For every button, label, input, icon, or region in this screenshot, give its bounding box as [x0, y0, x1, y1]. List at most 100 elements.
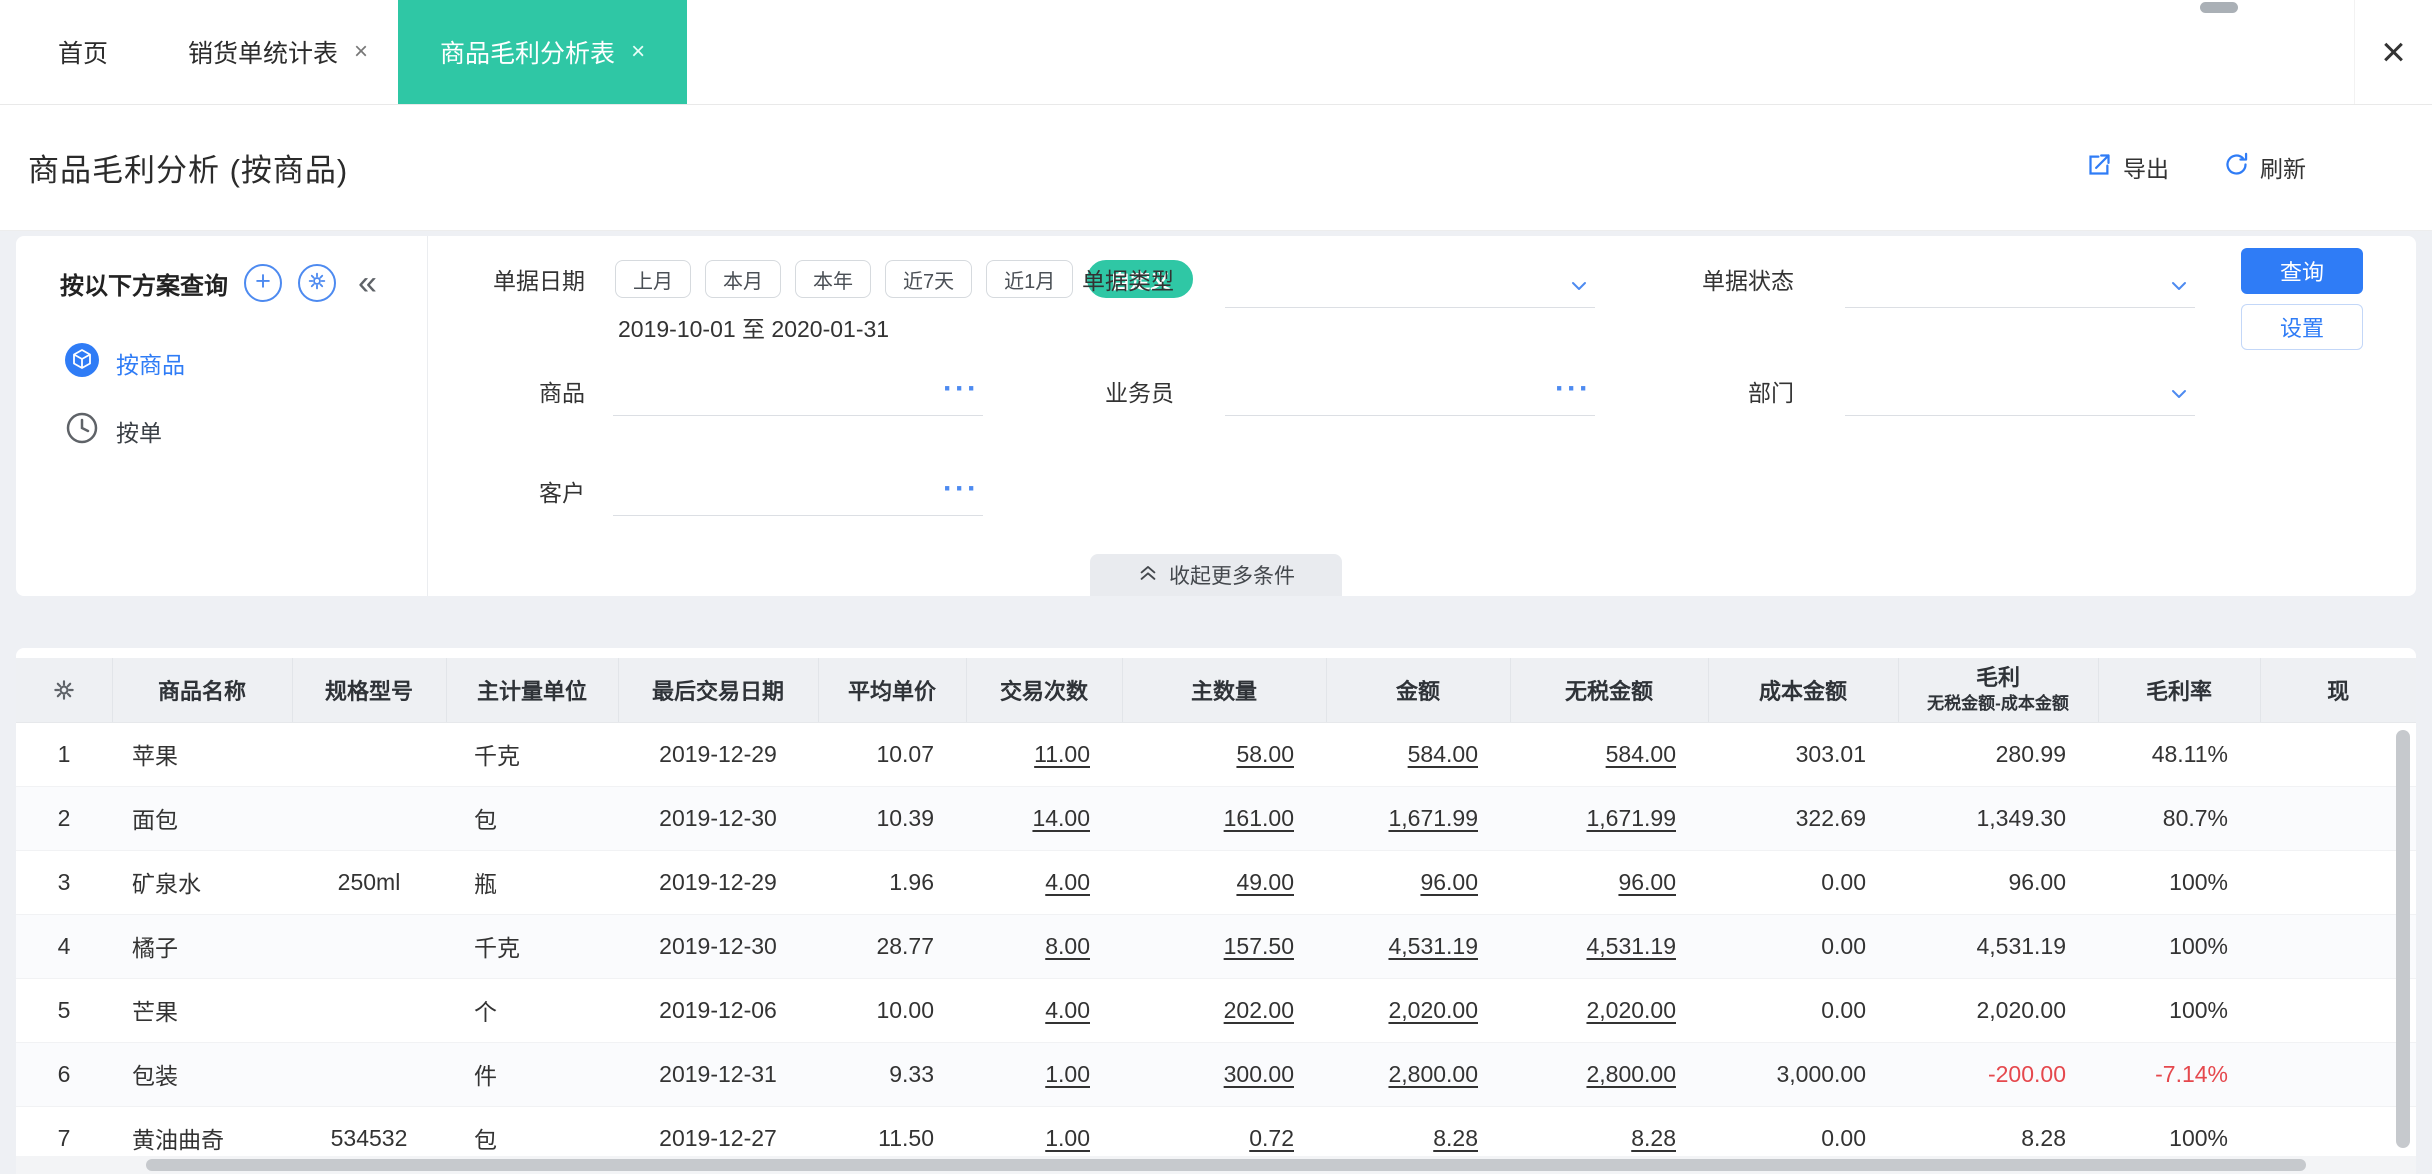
export-button[interactable]: 导出 — [2086, 150, 2169, 184]
date-range-value[interactable]: 2019-10-01 至 2020-01-31 — [618, 310, 889, 344]
drilldown-link[interactable]: 2,800.00 — [1388, 1061, 1478, 1087]
close-tab-icon[interactable]: × — [354, 40, 368, 64]
col-trade-count[interactable]: 交易次数 — [966, 658, 1123, 723]
chevron-down-icon — [2167, 382, 2191, 406]
unit-cell: 件 — [446, 1042, 618, 1107]
product-input[interactable]: ··· — [613, 370, 983, 416]
date-quick-pill[interactable]: 上月 — [615, 260, 691, 298]
tab-label: 首页 — [58, 40, 109, 68]
table-row[interactable]: 2 面包 包 2019-12-30 10.39 14.00 161.00 1,671.99 1,… — [16, 786, 2416, 851]
drilldown-link[interactable]: 584.00 — [1606, 741, 1676, 767]
table-row[interactable]: 5 芒果 个 2019-12-06 10.00 4.00 202.00 2,020.00 2,0… — [16, 978, 2416, 1043]
drilldown-link[interactable]: 584.00 — [1408, 741, 1478, 767]
last-trade-date-cell: 2019-12-30 — [618, 914, 818, 979]
col-stock-clipped[interactable]: 现 — [2260, 658, 2416, 723]
drilldown-link[interactable]: 4,531.19 — [1586, 933, 1676, 959]
amount-cell: 1,671.99 — [1326, 786, 1510, 851]
close-icon[interactable]: × — [2354, 0, 2432, 104]
gross-profit-rate-cell: -7.14% — [2098, 1042, 2260, 1107]
table-row[interactable]: 1 苹果 千克 2019-12-29 10.07 11.00 58.00 584.00 584.… — [16, 722, 2416, 787]
drilldown-link[interactable]: 0.72 — [1249, 1125, 1294, 1151]
drilldown-link[interactable]: 157.50 — [1224, 933, 1294, 959]
col-avg-price[interactable]: 平均单价 — [818, 658, 967, 723]
trade-count-cell: 14.00 — [966, 786, 1122, 851]
drilldown-link[interactable]: 11.00 — [1034, 741, 1090, 767]
tab-sales-order-report[interactable]: 销货单统计表 × — [158, 0, 398, 104]
drilldown-link[interactable]: 8.28 — [1433, 1125, 1478, 1151]
ellipsis-icon[interactable]: ··· — [943, 472, 979, 506]
ellipsis-icon[interactable]: ··· — [1555, 372, 1591, 406]
scheme-settings-button[interactable] — [298, 264, 336, 302]
col-main-qty[interactable]: 主数量 — [1122, 658, 1327, 723]
column-settings-button[interactable] — [16, 658, 113, 723]
drilldown-link[interactable]: 1.00 — [1045, 1125, 1090, 1151]
refresh-button[interactable]: 刷新 — [2223, 150, 2306, 184]
drilldown-link[interactable]: 96.00 — [1420, 869, 1478, 895]
close-tab-icon[interactable]: × — [631, 40, 645, 64]
date-quick-pill[interactable]: 近7天 — [885, 260, 973, 298]
amount-cell: 96.00 — [1326, 850, 1510, 915]
col-unit[interactable]: 主计量单位 — [446, 658, 619, 723]
product-label: 商品 — [539, 380, 585, 406]
drilldown-link[interactable]: 161.00 — [1224, 805, 1294, 831]
drilldown-link[interactable]: 8.28 — [1631, 1125, 1676, 1151]
table-row[interactable]: 6 包装 件 2019-12-31 9.33 1.00 300.00 2,800.00 2,80… — [16, 1042, 2416, 1107]
drilldown-link[interactable]: 8.00 — [1045, 933, 1090, 959]
col-product-name[interactable]: 商品名称 — [112, 658, 293, 723]
customer-input[interactable]: ··· — [613, 470, 983, 516]
drilldown-link[interactable]: 202.00 — [1224, 997, 1294, 1023]
last-trade-date-cell: 2019-12-31 — [618, 1042, 818, 1107]
drilldown-link[interactable]: 4.00 — [1045, 869, 1090, 895]
tab-profit-analysis[interactable]: 商品毛利分析表 × — [398, 0, 688, 104]
row-index-cell: 3 — [16, 850, 112, 915]
col-gross-profit-rate[interactable]: 毛利率 — [2098, 658, 2261, 723]
drilldown-link[interactable]: 2,020.00 — [1388, 997, 1478, 1023]
cost-amount-cell: 0.00 — [1708, 978, 1898, 1043]
col-spec-model[interactable]: 规格型号 — [292, 658, 447, 723]
drilldown-link[interactable]: 96.00 — [1618, 869, 1676, 895]
table-row[interactable]: 3 矿泉水 250ml 瓶 2019-12-29 1.96 4.00 49.00 96.00 96… — [16, 850, 2416, 915]
scheme-item-by-product[interactable]: 按商品 — [16, 332, 427, 394]
main-qty-cell: 202.00 — [1122, 978, 1326, 1043]
col-cost-amount[interactable]: 成本金额 — [1708, 658, 1899, 723]
scrollbar-thumb[interactable] — [2200, 2, 2238, 13]
add-scheme-button[interactable]: + — [244, 264, 282, 302]
tab-home[interactable]: 首页 — [28, 0, 138, 104]
drilldown-link[interactable]: 2,800.00 — [1586, 1061, 1676, 1087]
drilldown-link[interactable]: 58.00 — [1236, 741, 1294, 767]
query-button[interactable]: 查询 — [2241, 248, 2363, 294]
doc-type-select[interactable] — [1225, 262, 1595, 308]
settings-button[interactable]: 设置 — [2241, 304, 2363, 350]
collapse-more-button[interactable]: 收起更多条件 — [1090, 554, 1342, 596]
horizontal-scrollbar-thumb[interactable] — [146, 1159, 2306, 1171]
drilldown-link[interactable]: 4.00 — [1045, 997, 1090, 1023]
gross-profit-rate-cell: 100% — [2098, 978, 2260, 1043]
drilldown-link[interactable]: 49.00 — [1236, 869, 1294, 895]
vertical-scrollbar-thumb[interactable] — [2396, 730, 2410, 1148]
salesperson-input[interactable]: ··· — [1225, 370, 1595, 416]
drilldown-link[interactable]: 1.00 — [1045, 1061, 1090, 1087]
amount-cell: 4,531.19 — [1326, 914, 1510, 979]
drilldown-link[interactable]: 2,020.00 — [1586, 997, 1676, 1023]
drilldown-link[interactable]: 4,531.19 — [1388, 933, 1478, 959]
table-row[interactable]: 4 橘子 千克 2019-12-30 28.77 8.00 157.50 4,531.19 4,… — [16, 914, 2416, 979]
col-amount[interactable]: 金额 — [1326, 658, 1511, 723]
drilldown-link[interactable]: 300.00 — [1224, 1061, 1294, 1087]
date-quick-pill[interactable]: 本年 — [795, 260, 871, 298]
doc-status-select[interactable] — [1845, 262, 2195, 308]
ellipsis-icon[interactable]: ··· — [943, 372, 979, 406]
col-gross-profit[interactable]: 毛利 无税金额-成本金额 — [1898, 658, 2099, 723]
trade-count-cell: 1.00 — [966, 1042, 1122, 1107]
department-select[interactable] — [1845, 370, 2195, 416]
drilldown-link[interactable]: 14.00 — [1032, 805, 1090, 831]
date-quick-pill[interactable]: 本月 — [705, 260, 781, 298]
col-last-trade-date[interactable]: 最后交易日期 — [618, 658, 819, 723]
unit-cell: 千克 — [446, 914, 618, 979]
collapse-panel-icon[interactable]: « — [358, 266, 377, 300]
drilldown-link[interactable]: 1,671.99 — [1388, 805, 1478, 831]
scheme-item-by-order[interactable]: 按单 — [16, 400, 427, 462]
doc-date-label: 单据日期 — [493, 268, 585, 294]
col-tax-free-amount[interactable]: 无税金额 — [1510, 658, 1709, 723]
stock-cell — [2260, 850, 2416, 915]
drilldown-link[interactable]: 1,671.99 — [1586, 805, 1676, 831]
